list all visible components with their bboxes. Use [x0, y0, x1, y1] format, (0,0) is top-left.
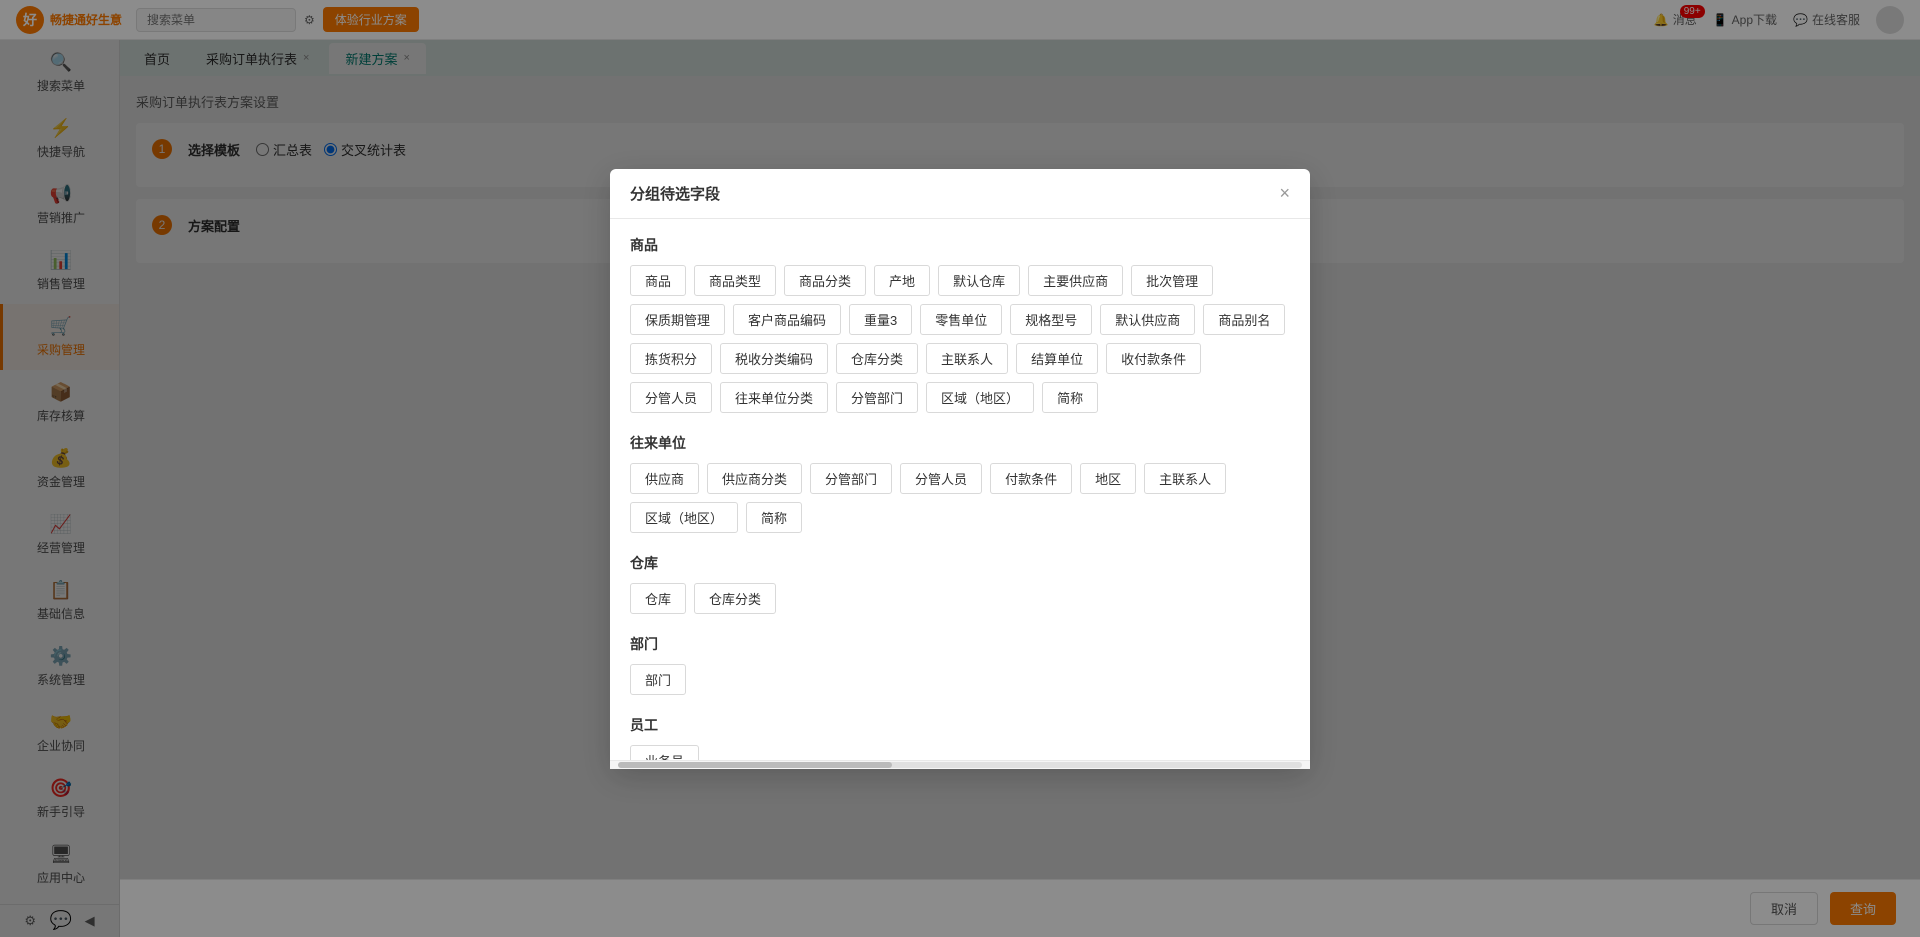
- field-tag-0-12[interactable]: 默认供应商: [1100, 304, 1195, 335]
- field-category-3: 部门部门: [630, 634, 1290, 695]
- field-tag-0-5[interactable]: 主要供应商: [1028, 265, 1123, 296]
- field-tag-1-0[interactable]: 供应商: [630, 463, 699, 494]
- field-tag-0-21[interactable]: 往来单位分类: [720, 382, 828, 413]
- field-tag-0-2[interactable]: 商品分类: [784, 265, 866, 296]
- modal-horizontal-scrollbar[interactable]: [610, 760, 1310, 768]
- category-title-0: 商品: [630, 235, 1290, 255]
- field-tag-1-8[interactable]: 简称: [746, 502, 802, 533]
- field-tag-0-10[interactable]: 零售单位: [920, 304, 1002, 335]
- field-category-2: 仓库仓库仓库分类: [630, 553, 1290, 614]
- category-title-3: 部门: [630, 634, 1290, 654]
- field-tags-1: 供应商供应商分类分管部门分管人员付款条件地区主联系人区域（地区） 简称: [630, 463, 1290, 533]
- hscroll-thumb: [618, 762, 892, 768]
- field-tag-1-4[interactable]: 付款条件: [990, 463, 1072, 494]
- field-tag-0-24[interactable]: 简称: [1042, 382, 1098, 413]
- category-title-1: 往来单位: [630, 433, 1290, 453]
- field-tag-3-0[interactable]: 部门: [630, 664, 686, 695]
- category-title-4: 员工: [630, 715, 1290, 735]
- category-title-2: 仓库: [630, 553, 1290, 573]
- field-tag-0-11[interactable]: 规格型号: [1010, 304, 1092, 335]
- field-tags-2: 仓库仓库分类: [630, 583, 1290, 614]
- field-tag-0-0[interactable]: 商品: [630, 265, 686, 296]
- field-tag-4-0[interactable]: 业务员: [630, 745, 699, 761]
- field-tag-1-7[interactable]: 区域（地区）: [630, 502, 738, 533]
- modal-overlay: 分组待选字段 × 商品商品商品类型商品分类产地默认仓库主要供应商批次管理保质期管…: [0, 0, 1920, 937]
- modal-body: 商品商品商品类型商品分类产地默认仓库主要供应商批次管理保质期管理客户商品编码重量…: [610, 219, 1310, 761]
- field-tag-1-6[interactable]: 主联系人: [1144, 463, 1226, 494]
- field-tag-0-22[interactable]: 分管部门: [836, 382, 918, 413]
- field-tag-0-6[interactable]: 批次管理: [1131, 265, 1213, 296]
- field-tags-4: 业务员: [630, 745, 1290, 761]
- field-tag-0-18[interactable]: 结算单位: [1016, 343, 1098, 374]
- field-category-0: 商品商品商品类型商品分类产地默认仓库主要供应商批次管理保质期管理客户商品编码重量…: [630, 235, 1290, 413]
- field-tag-2-1[interactable]: 仓库分类: [694, 583, 776, 614]
- field-category-4: 员工业务员: [630, 715, 1290, 761]
- field-tag-0-9[interactable]: 重量3: [849, 304, 912, 335]
- modal-title: 分组待选字段: [630, 183, 720, 204]
- field-tag-0-3[interactable]: 产地: [874, 265, 930, 296]
- field-tag-0-13[interactable]: 商品别名: [1203, 304, 1285, 335]
- field-tag-0-15[interactable]: 税收分类编码: [720, 343, 828, 374]
- field-tags-0: 商品商品类型商品分类产地默认仓库主要供应商批次管理保质期管理客户商品编码重量3 零…: [630, 265, 1290, 413]
- field-tag-0-7[interactable]: 保质期管理: [630, 304, 725, 335]
- field-tag-2-0[interactable]: 仓库: [630, 583, 686, 614]
- field-tag-0-16[interactable]: 仓库分类: [836, 343, 918, 374]
- field-tag-0-17[interactable]: 主联系人: [926, 343, 1008, 374]
- field-tag-0-19[interactable]: 收付款条件: [1106, 343, 1201, 374]
- field-tag-1-1[interactable]: 供应商分类: [707, 463, 802, 494]
- field-tag-1-5[interactable]: 地区: [1080, 463, 1136, 494]
- field-selector-modal: 分组待选字段 × 商品商品商品类型商品分类产地默认仓库主要供应商批次管理保质期管…: [610, 169, 1310, 769]
- field-tag-1-3[interactable]: 分管人员: [900, 463, 982, 494]
- field-tag-0-20[interactable]: 分管人员: [630, 382, 712, 413]
- field-tag-0-4[interactable]: 默认仓库: [938, 265, 1020, 296]
- hscroll-track: [618, 762, 1302, 768]
- field-tag-0-1[interactable]: 商品类型: [694, 265, 776, 296]
- field-tag-1-2[interactable]: 分管部门: [810, 463, 892, 494]
- field-tag-0-8[interactable]: 客户商品编码: [733, 304, 841, 335]
- field-tag-0-23[interactable]: 区域（地区）: [926, 382, 1034, 413]
- field-tag-0-14[interactable]: 拣货积分: [630, 343, 712, 374]
- field-category-1: 往来单位供应商供应商分类分管部门分管人员付款条件地区主联系人区域（地区） 简称: [630, 433, 1290, 533]
- modal-close-button[interactable]: ×: [1279, 183, 1290, 204]
- modal-header: 分组待选字段 ×: [610, 169, 1310, 219]
- field-tags-3: 部门: [630, 664, 1290, 695]
